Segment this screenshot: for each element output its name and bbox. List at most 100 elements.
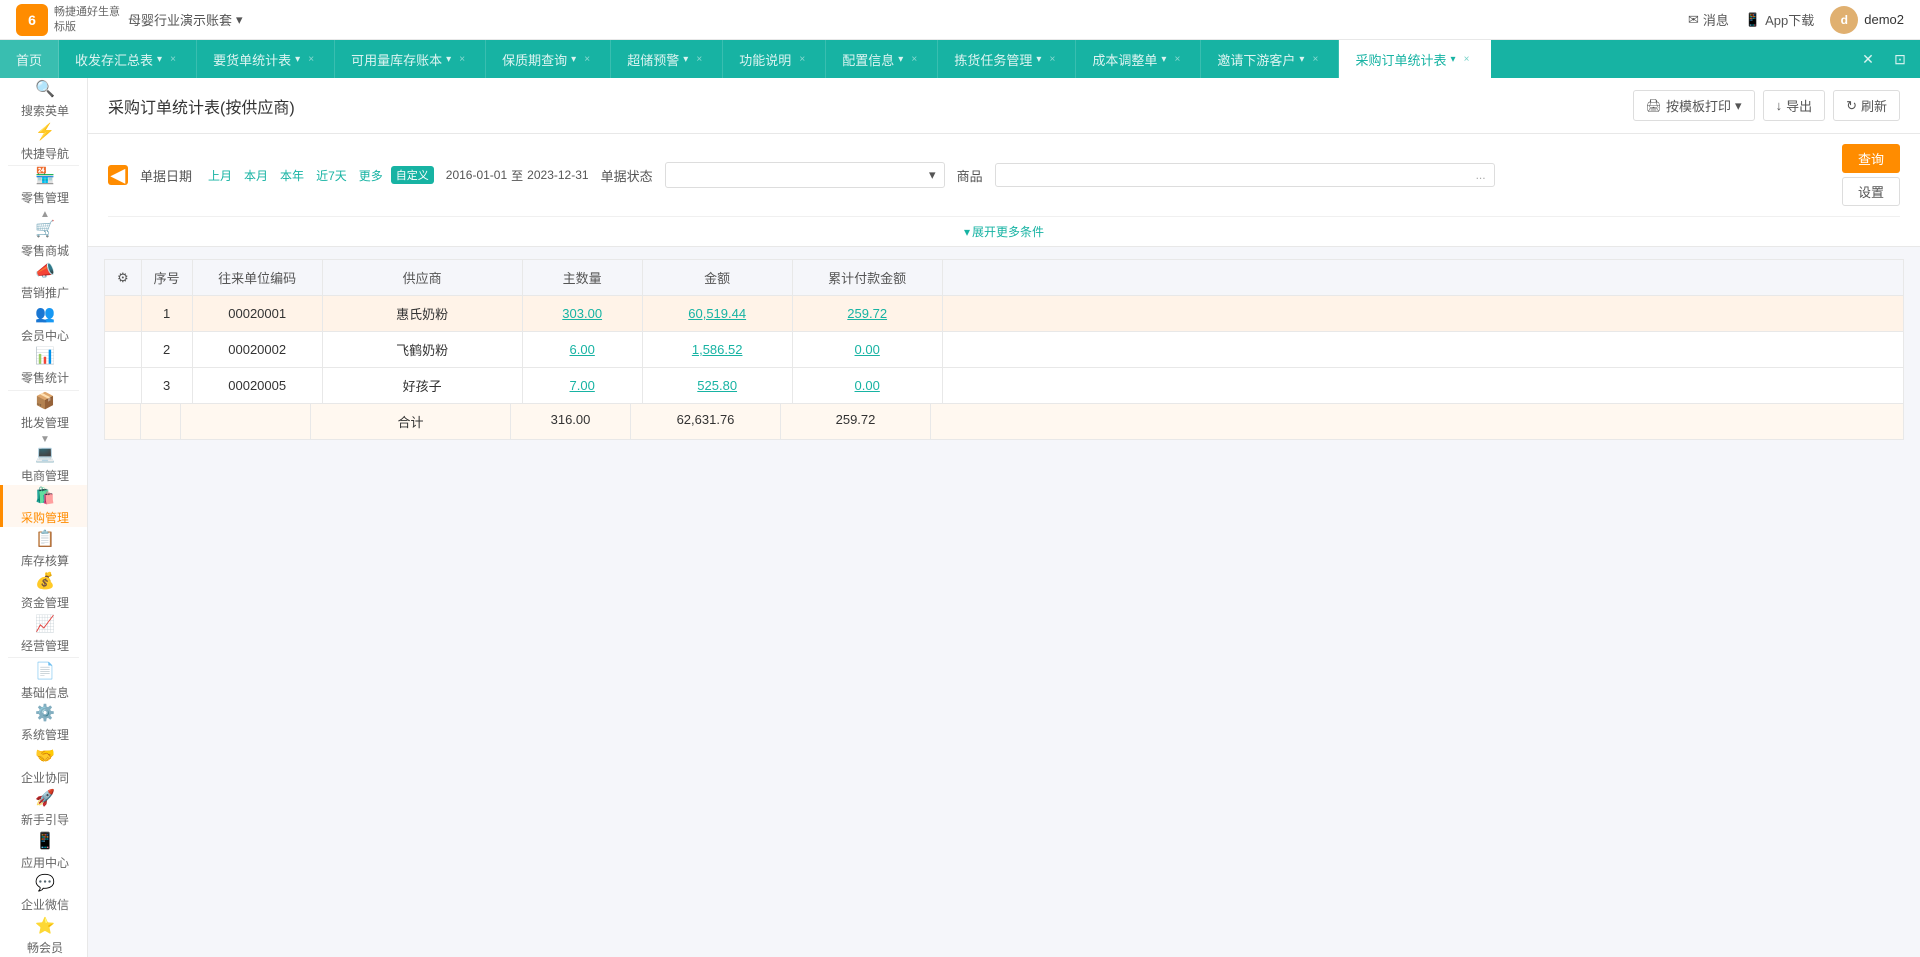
sidebar-item-system[interactable]: ⚙️ 系统管理: [0, 702, 87, 744]
cell-check: [105, 368, 142, 404]
sidebar-item-label: 经营管理: [21, 637, 69, 654]
purchase-icon: 🛍️: [35, 486, 55, 506]
basic-icon: 📄: [35, 661, 55, 681]
amount-link[interactable]: 1,586.52: [692, 342, 743, 357]
account-dropdown-icon: ▾: [236, 12, 243, 28]
close-icon[interactable]: ×: [692, 52, 706, 66]
sidebar-item-search[interactable]: 🔍 搜索英单: [0, 78, 87, 120]
sidebar-item-label: 系统管理: [21, 726, 69, 743]
sidebar-item-ecommerce[interactable]: 💻 电商管理: [0, 443, 87, 485]
tab-label: 保质期查询: [502, 50, 567, 69]
sidebar-item-member2[interactable]: ⭐ 畅会员: [0, 915, 87, 957]
query-button[interactable]: 查询: [1842, 144, 1900, 173]
account-selector[interactable]: 母婴行业演示账套 ▾: [128, 10, 243, 29]
sidebar-item-retail-stats[interactable]: 📊 零售统计: [0, 345, 87, 387]
top-bar-left: 6 畅捷通好生意 标版 母婴行业演示账套 ▾: [16, 4, 243, 36]
close-icon[interactable]: ×: [1045, 52, 1059, 66]
tab-purchase-stats[interactable]: 采购订单统计表 ▾ ×: [1339, 40, 1490, 78]
last-7days-btn[interactable]: 近7天: [312, 165, 351, 186]
tab-over-stock[interactable]: 超储预警 ▾ ×: [611, 40, 723, 78]
sidebar-item-label: 畅会员: [27, 939, 63, 956]
page-actions: 🖨 按模板打印 ▾ ↓ 导出 ↻ 刷新: [1633, 90, 1901, 121]
close-icon[interactable]: ×: [795, 52, 809, 66]
sidebar-item-retail-mall[interactable]: 🛒 零售商城: [0, 218, 87, 260]
tab-pick-task[interactable]: 拣货任务管理 ▾ ×: [938, 40, 1076, 78]
export-button[interactable]: ↓ 导出: [1763, 90, 1826, 121]
sidebar-item-enterprise[interactable]: 🤝 企业协同: [0, 745, 87, 787]
table-settings-icon[interactable]: ⚙: [117, 270, 129, 285]
goods-input[interactable]: ...: [995, 163, 1495, 187]
tab-available-stock[interactable]: 可用量库存账本 ▾ ×: [335, 40, 486, 78]
app-download-action[interactable]: 📱 App下载: [1745, 10, 1814, 29]
sidebar-item-marketing[interactable]: 📣 营销推广: [0, 260, 87, 302]
table-row[interactable]: 1 00020001 惠氏奶粉 303.00 60,519.44 259.72: [105, 296, 1904, 332]
paid-link[interactable]: 0.00: [855, 342, 880, 357]
cell-supplier: 惠氏奶粉: [322, 296, 522, 332]
sidebar-item-member[interactable]: 👥 会员中心: [0, 303, 87, 345]
close-icon[interactable]: ×: [304, 52, 318, 66]
message-action[interactable]: ✉ 消息: [1688, 10, 1729, 29]
table-row[interactable]: 3 00020005 好孩子 7.00 525.80 0.00: [105, 368, 1904, 404]
sidebar-item-finance[interactable]: 💰 资金管理: [0, 570, 87, 612]
sidebar-item-wholesale[interactable]: 📦 批发管理 ▼: [0, 393, 87, 443]
cell-qty: 7.00: [522, 368, 642, 404]
close-icon[interactable]: ×: [580, 52, 594, 66]
amount-link[interactable]: 525.80: [697, 378, 737, 393]
close-icon[interactable]: ×: [1308, 52, 1322, 66]
close-icon[interactable]: ×: [1170, 52, 1184, 66]
paid-link[interactable]: 259.72: [847, 306, 887, 321]
qty-link[interactable]: 6.00: [570, 342, 595, 357]
sidebar-item-label: 资金管理: [21, 594, 69, 611]
export-icon: ↓: [1776, 98, 1783, 113]
sidebar-item-enterprise-wx[interactable]: 💬 企业微信: [0, 872, 87, 914]
tab-home[interactable]: 首页: [0, 40, 59, 78]
cell-extra: [942, 332, 1903, 368]
user-area[interactable]: d demo2: [1830, 6, 1904, 34]
phone-icon: 📱: [1745, 12, 1761, 28]
close-tab-btn[interactable]: ✕: [1856, 47, 1880, 71]
paid-link[interactable]: 0.00: [855, 378, 880, 393]
footer-qty: 316.00: [511, 404, 631, 439]
this-year-btn[interactable]: 本年: [276, 165, 308, 186]
print-template-button[interactable]: 🖨 按模板打印 ▾: [1633, 90, 1755, 121]
tab-cost-adjust[interactable]: 成本调整单 ▾ ×: [1076, 40, 1201, 78]
collapse-filter-button[interactable]: ◀: [108, 165, 128, 185]
sidebar-item-inventory[interactable]: 📋 库存核算: [0, 527, 87, 569]
tab-shelf-life[interactable]: 保质期查询 ▾ ×: [486, 40, 611, 78]
refresh-button[interactable]: ↻ 刷新: [1833, 90, 1900, 121]
last-month-btn[interactable]: 上月: [204, 165, 236, 186]
ecommerce-icon: 💻: [35, 444, 55, 464]
sidebar-item-label: 快捷导航: [21, 145, 69, 162]
close-icon[interactable]: ×: [907, 52, 921, 66]
tab-order-stats[interactable]: 要货单统计表 ▾ ×: [197, 40, 335, 78]
th-qty: 主数量: [522, 260, 642, 296]
qty-link[interactable]: 7.00: [570, 378, 595, 393]
close-icon[interactable]: ×: [1460, 52, 1474, 66]
tab-receive-summary[interactable]: 收发存汇总表 ▾ ×: [59, 40, 197, 78]
close-icon[interactable]: ×: [455, 52, 469, 66]
more-dates-btn[interactable]: 更多: [355, 165, 387, 186]
qty-link[interactable]: 303.00: [562, 306, 602, 321]
sidebar-item-retail[interactable]: 🏪 零售管理 ▲: [0, 168, 87, 218]
sidebar-item-purchase[interactable]: 🛍️ 采购管理: [0, 485, 87, 527]
this-month-btn[interactable]: 本月: [240, 165, 272, 186]
sidebar-item-shortcut[interactable]: ⚡ 快捷导航: [0, 120, 87, 162]
tab-dropdown-icon: ▾: [683, 54, 688, 65]
tab-label: 可用量库存账本: [351, 50, 442, 69]
table-row[interactable]: 2 00020002 飞鹤奶粉 6.00 1,586.52 0.00: [105, 332, 1904, 368]
tab-invite-customer[interactable]: 邀请下游客户 ▾ ×: [1201, 40, 1339, 78]
tab-config-info[interactable]: 配置信息 ▾ ×: [826, 40, 938, 78]
sidebar-item-operation[interactable]: 📈 经营管理: [0, 612, 87, 654]
close-icon[interactable]: ×: [166, 52, 180, 66]
expand-more-button[interactable]: ▾ 展开更多条件: [964, 223, 1044, 240]
maximize-btn[interactable]: ⊡: [1888, 47, 1912, 71]
settings-button[interactable]: 设置: [1842, 177, 1900, 206]
status-select[interactable]: ▾: [665, 162, 945, 188]
sidebar-item-app-center[interactable]: 📱 应用中心: [0, 830, 87, 872]
nav-tabs: 首页 收发存汇总表 ▾ × 要货单统计表 ▾ × 可用量库存账本 ▾ × 保质期…: [0, 40, 1920, 78]
tab-func-desc[interactable]: 功能说明 ×: [723, 40, 826, 78]
amount-link[interactable]: 60,519.44: [688, 306, 746, 321]
sidebar-item-newbie[interactable]: 🚀 新手引导: [0, 787, 87, 829]
sidebar-item-basic[interactable]: 📄 基础信息: [0, 660, 87, 702]
enterprise-icon: 🤝: [35, 746, 55, 766]
